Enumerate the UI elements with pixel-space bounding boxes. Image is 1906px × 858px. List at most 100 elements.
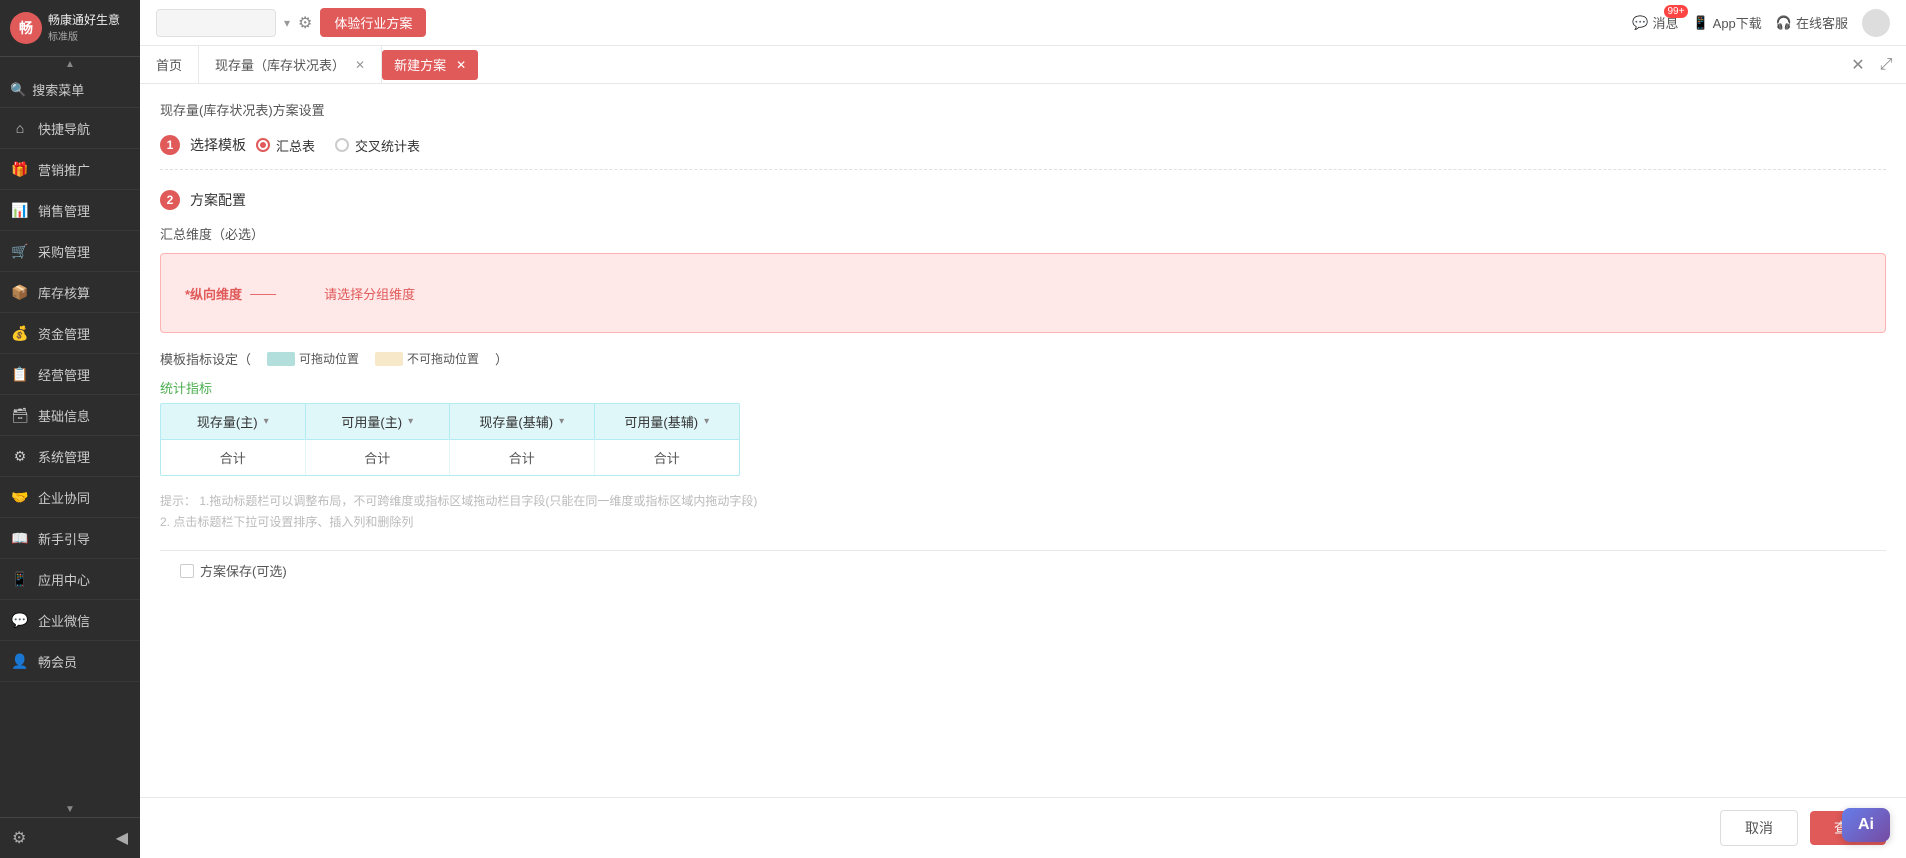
sidebar-item-base[interactable]: 🗃 基础信息 [0,395,140,436]
radio-summary-circle [256,138,270,152]
stats-table: 现存量(主) ▾ 可用量(主) ▾ 现存量(基辅) ▾ [160,403,740,476]
tab-new-scheme-close[interactable]: ✕ [456,58,466,72]
tabs-expand-btn[interactable]: ⤢ [1874,53,1898,77]
service-label: 在线客服 [1796,13,1848,32]
sidebar-item-label: 采购管理 [38,242,90,261]
gift-icon: 🎁 [10,159,30,179]
page-title: 现存量(库存状况表)方案设置 [160,100,1886,119]
save-scheme-checkbox[interactable] [180,564,194,578]
col1-label: 可用量(主) [341,412,402,431]
sidebar-item-label: 企业微信 [38,611,90,630]
topbar-right: 💬 消息 99+ 📱 App下载 🎧 在线客服 [1632,9,1890,37]
sidebar-scroll-down[interactable]: ▼ [0,802,140,817]
tip-prefix: 提示： [160,494,196,508]
radio-cross-label: 交叉统计表 [355,136,420,155]
app-name: 畅康通好生意 [48,13,120,29]
sidebar-item-label: 基础信息 [38,406,90,425]
user-avatar [1862,9,1890,37]
indicator-label-row: 模板指标设定（ 可拖动位置 不可拖动位置 ） [160,349,1886,368]
tabs-close-btn[interactable]: ✕ [1846,53,1870,77]
sidebar-item-marketing[interactable]: 🎁 营销推广 [0,149,140,190]
topbar: ▾ ⚙ 体验行业方案 💬 消息 99+ 📱 App下载 🎧 在线客服 [140,0,1906,46]
box-icon: 📦 [10,282,30,302]
sidebar-item-label: 应用中心 [38,570,90,589]
radio-summary[interactable]: 汇总表 [256,136,315,155]
col2-label: 现存量(基辅) [479,412,553,431]
content-area: 现存量(库存状况表)方案设置 1 选择模板 汇总表 交叉统计表 [140,84,1906,797]
sidebar-item-newbie[interactable]: 📖 新手引导 [0,518,140,559]
app-name-block: 畅康通好生意 标准版 [48,13,120,44]
cancel-button[interactable]: 取消 [1720,810,1798,846]
sidebar-item-quick-nav[interactable]: ⌂ 快捷导航 [0,108,140,149]
topbar-user[interactable] [1862,9,1890,37]
sidebar-item-appstore[interactable]: 📱 应用中心 [0,559,140,600]
trial-btn[interactable]: 体验行业方案 [320,8,426,37]
sidebar-item-label: 销售管理 [38,201,90,220]
chat-icon: 💬 [10,610,30,630]
dimension-hint-text: 请选择分组维度 [324,284,415,303]
topbar-msg[interactable]: 💬 消息 99+ [1632,13,1678,32]
sidebar-item-operation[interactable]: 📋 经营管理 [0,354,140,395]
tabs-right-controls: ✕ ⤢ [1838,46,1906,84]
sidebar-item-wechat[interactable]: 💬 企业微信 [0,600,140,641]
topbar-dropdown-icon[interactable]: ▾ [284,16,290,30]
sidebar-search[interactable]: 🔍 搜索菜单 [0,72,140,108]
col0-chevron[interactable]: ▾ [264,416,269,427]
indicator-settings: 模板指标设定（ 可拖动位置 不可拖动位置 ） 统计指标 [160,349,1886,476]
database-icon: 🗃 [10,405,30,425]
topbar-service[interactable]: 🎧 在线客服 [1776,13,1848,32]
search-icon: 🔍 [10,82,26,98]
sidebar-item-label: 营销推广 [38,160,90,179]
sidebar-item-purchase[interactable]: 🛒 采购管理 [0,231,140,272]
ai-button[interactable]: Ai [1842,808,1890,842]
dimension-box[interactable]: *纵向维度 —— 请选择分组维度 [160,253,1886,333]
gear-icon: ⚙ [10,446,30,466]
step1-title: 选择模板 [190,135,246,155]
content-footer: 方案保存(可选) [160,550,1886,590]
nodrag-label: 不可拖动位置 [407,350,479,367]
step2-number: 2 [160,190,180,210]
tab-home-label: 首页 [156,55,182,74]
tip-text-0: 1.拖动标题栏可以调整布局，不可跨维度或指标区域拖动栏目字段(只能在同一维度或指… [199,494,757,508]
sidebar-item-label: 系统管理 [38,447,90,466]
col1-chevron[interactable]: ▾ [408,416,413,427]
topbar-search-input[interactable] [156,9,276,37]
collapse-icon[interactable]: ◀ [116,828,128,848]
save-scheme-label[interactable]: 方案保存(可选) [180,561,287,580]
col3-chevron[interactable]: ▾ [704,416,709,427]
col0-label: 现存量(主) [197,412,258,431]
tab-new-scheme[interactable]: 新建方案 ✕ [382,50,478,80]
tips-section: 提示： 1.拖动标题栏可以调整布局，不可跨维度或指标区域拖动栏目字段(只能在同一… [160,492,1886,530]
sidebar-item-sales[interactable]: 📊 销售管理 [0,190,140,231]
sidebar-logo: 畅 畅康通好生意 标准版 [0,0,140,57]
step1-header: 1 选择模板 汇总表 交叉统计表 [160,135,1886,155]
sidebar-item-finance[interactable]: 💰 资金管理 [0,313,140,354]
summary-dimension-label: 汇总维度（必选） [160,224,1886,243]
content-inner: 现存量(库存状况表)方案设置 1 选择模板 汇总表 交叉统计表 [140,84,1906,797]
sidebar-item-member[interactable]: 👤 畅会员 [0,641,140,682]
sidebar-item-inventory[interactable]: 📦 库存核算 [0,272,140,313]
stats-cell-2: 合计 [450,439,595,475]
app-badge: 标准版 [48,28,120,43]
topbar-app-download[interactable]: 📱 App下载 [1692,13,1761,32]
tab-new-scheme-label: 新建方案 [394,55,446,74]
app-logo-icon: 畅 [10,12,42,44]
nodrag-color-tag [375,352,403,366]
tab-home[interactable]: 首页 [140,46,199,84]
stats-title: 统计指标 [160,378,1886,397]
topbar-gear-icon[interactable]: ⚙ [298,13,312,33]
radio-summary-label: 汇总表 [276,136,315,155]
radio-cross[interactable]: 交叉统计表 [335,136,420,155]
settings-icon[interactable]: ⚙ [12,828,26,848]
tab-inventory-status[interactable]: 现存量（库存状况表） ✕ [199,46,382,84]
stats-col-header-1: 可用量(主) ▾ [306,404,451,439]
stats-table-header: 现存量(主) ▾ 可用量(主) ▾ 现存量(基辅) ▾ [161,404,739,439]
sidebar: 畅 畅康通好生意 标准版 ▲ 🔍 搜索菜单 ⌂ 快捷导航 🎁 营销推广 📊 销售… [0,0,140,858]
phone-icon: 📱 [10,569,30,589]
sidebar-scroll-up[interactable]: ▲ [0,57,140,72]
tab-inventory-status-close[interactable]: ✕ [355,58,365,72]
step2-section: 2 方案配置 汇总维度（必选） *纵向维度 —— 请选择分组维度 模板指标设定（ [160,190,1886,530]
col2-chevron[interactable]: ▾ [559,416,564,427]
sidebar-item-corp[interactable]: 🤝 企业协同 [0,477,140,518]
sidebar-item-system[interactable]: ⚙ 系统管理 [0,436,140,477]
